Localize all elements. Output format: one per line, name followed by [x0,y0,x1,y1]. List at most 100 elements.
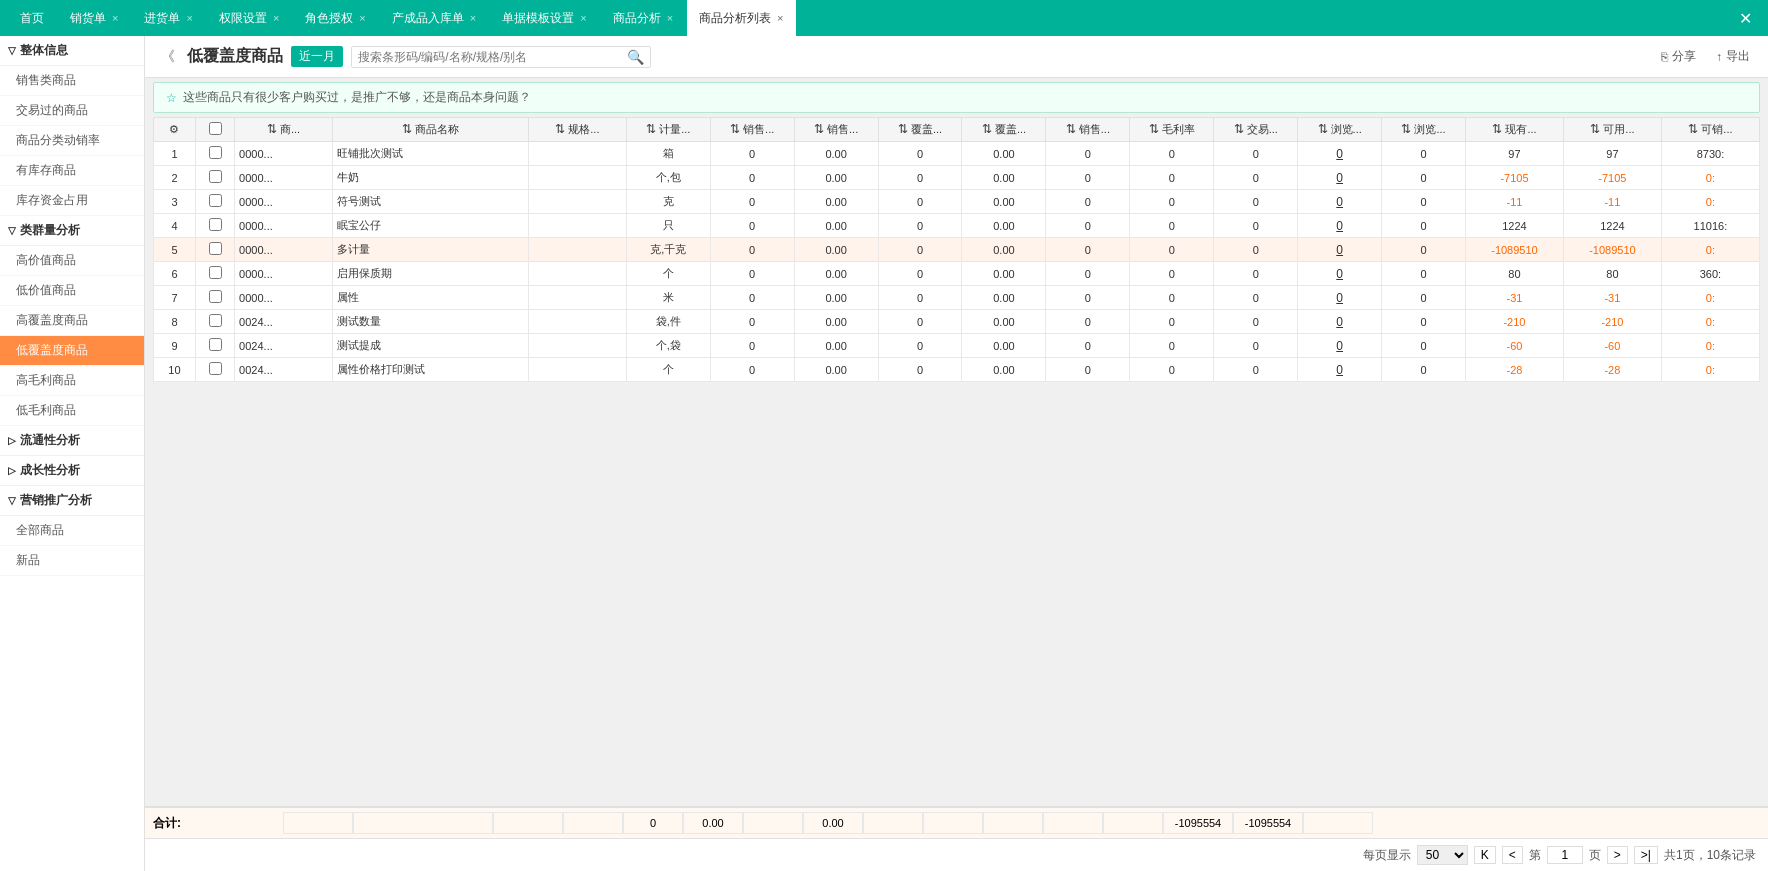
col-sales1[interactable]: ⇅ 销售... [710,118,794,142]
page-input[interactable] [1547,846,1583,864]
browse1-link[interactable]: 0 [1336,171,1343,185]
sidebar-item-high-margin[interactable]: 高毛利商品 [0,366,144,396]
share-button[interactable]: ⎘ 分享 [1655,46,1702,67]
browse1-link[interactable]: 0 [1336,195,1343,209]
collapse-button[interactable]: 《 [157,46,179,68]
page-size-select[interactable]: 50 100 200 [1417,845,1468,865]
browse1-link[interactable]: 0 [1336,147,1343,161]
first-page-button[interactable]: K [1474,846,1496,864]
col-sales3[interactable]: ⇅ 销售... [1046,118,1130,142]
sidebar-item-new-goods[interactable]: 新品 [0,546,144,576]
row-browse1[interactable]: 0 [1298,286,1382,310]
prev-page-button[interactable]: < [1502,846,1523,864]
nav-template[interactable]: 单据模板设置 × [490,0,598,36]
col-sales2[interactable]: ⇅ 销售... [794,118,878,142]
close-icon[interactable]: × [273,12,279,24]
browse1-link[interactable]: 0 [1336,219,1343,233]
row-name[interactable]: 测试提成 [333,334,529,358]
sidebar-item-category-rate[interactable]: 商品分类动销率 [0,126,144,156]
close-icon[interactable]: × [470,12,476,24]
sidebar-item-low-value[interactable]: 低价值商品 [0,276,144,306]
row-name[interactable]: 旺铺批次测试 [333,142,529,166]
col-cover1[interactable]: ⇅ 覆盖... [878,118,962,142]
row-browse1[interactable]: 0 [1298,142,1382,166]
row-browse1[interactable]: 0 [1298,262,1382,286]
col-code[interactable]: ⇅ 商... [235,118,333,142]
col-spec[interactable]: ⇅ 规格... [528,118,626,142]
nav-product-in[interactable]: 产成品入库单 × [380,0,488,36]
row-select-checkbox[interactable] [209,242,222,255]
row-checkbox[interactable] [195,142,234,166]
row-checkbox[interactable] [195,214,234,238]
nav-home[interactable]: 首页 [8,0,56,36]
row-select-checkbox[interactable] [209,314,222,327]
browse1-link[interactable]: 0 [1336,243,1343,257]
nav-role[interactable]: 角色授权 × [293,0,377,36]
row-name[interactable]: 测试数量 [333,310,529,334]
export-button[interactable]: ↑ 导出 [1710,46,1756,67]
nav-purchase[interactable]: 进货单 × [132,0,204,36]
row-checkbox[interactable] [195,310,234,334]
table-wrapper[interactable]: ⚙ ⇅ 商... ⇅ 商品名称 ⇅ 规格... ⇅ 计量... ⇅ 销售... … [145,117,1768,806]
row-select-checkbox[interactable] [209,146,222,159]
nav-permission[interactable]: 权限设置 × [207,0,291,36]
row-checkbox[interactable] [195,358,234,382]
col-current[interactable]: ⇅ 现有... [1466,118,1564,142]
col-settings[interactable]: ⚙ [154,118,196,142]
close-icon[interactable]: × [186,12,192,24]
row-checkbox[interactable] [195,238,234,262]
browse1-link[interactable]: 0 [1336,363,1343,377]
col-gross[interactable]: ⇅ 毛利率 [1130,118,1214,142]
row-browse1[interactable]: 0 [1298,166,1382,190]
sidebar-section-overall[interactable]: ▽ 整体信息 [0,36,144,66]
row-select-checkbox[interactable] [209,362,222,375]
row-checkbox[interactable] [195,262,234,286]
browse1-link[interactable]: 0 [1336,267,1343,281]
row-name[interactable]: 符号测试 [333,190,529,214]
window-close-button[interactable]: ✕ [1731,9,1760,28]
row-select-checkbox[interactable] [209,290,222,303]
sidebar-item-all-goods[interactable]: 全部商品 [0,516,144,546]
close-icon[interactable]: × [112,12,118,24]
row-name[interactable]: 属性 [333,286,529,310]
col-available[interactable]: ⇅ 可用... [1563,118,1661,142]
sidebar-item-high-coverage[interactable]: 高覆盖度商品 [0,306,144,336]
sidebar-section-cluster[interactable]: ▽ 类群量分析 [0,216,144,246]
row-checkbox[interactable] [195,286,234,310]
row-checkbox[interactable] [195,334,234,358]
col-cover2[interactable]: ⇅ 覆盖... [962,118,1046,142]
select-all-checkbox[interactable] [209,122,222,135]
row-browse1[interactable]: 0 [1298,214,1382,238]
sidebar-item-low-coverage[interactable]: 低覆盖度商品 [0,336,144,366]
sidebar-item-stock-goods[interactable]: 有库存商品 [0,156,144,186]
col-saleable[interactable]: ⇅ 可销... [1661,118,1759,142]
col-browse2[interactable]: ⇅ 浏览... [1382,118,1466,142]
nav-sales[interactable]: 销货单 × [58,0,130,36]
row-select-checkbox[interactable] [209,194,222,207]
col-unit[interactable]: ⇅ 计量... [626,118,710,142]
sidebar-section-marketing[interactable]: ▽ 营销推广分析 [0,486,144,516]
period-button[interactable]: 近一月 [291,46,343,67]
close-icon[interactable]: × [580,12,586,24]
col-checkbox[interactable] [195,118,234,142]
row-name[interactable]: 启用保质期 [333,262,529,286]
row-browse1[interactable]: 0 [1298,334,1382,358]
row-select-checkbox[interactable] [209,170,222,183]
sidebar-item-stock-capital[interactable]: 库存资金占用 [0,186,144,216]
col-trade[interactable]: ⇅ 交易... [1214,118,1298,142]
nav-product-analysis-list[interactable]: 商品分析列表 × [687,0,795,36]
sidebar-item-low-margin[interactable]: 低毛利商品 [0,396,144,426]
row-browse1[interactable]: 0 [1298,310,1382,334]
search-input[interactable] [358,50,627,64]
sidebar-section-growth[interactable]: ▷ 成长性分析 [0,456,144,486]
next-page-button[interactable]: > [1607,846,1628,864]
row-name[interactable]: 牛奶 [333,166,529,190]
sidebar-item-high-value[interactable]: 高价值商品 [0,246,144,276]
row-select-checkbox[interactable] [209,218,222,231]
close-icon[interactable]: × [777,12,783,24]
row-browse1[interactable]: 0 [1298,190,1382,214]
browse1-link[interactable]: 0 [1336,291,1343,305]
col-browse1[interactable]: ⇅ 浏览... [1298,118,1382,142]
close-icon[interactable]: × [359,12,365,24]
row-name[interactable]: 眠宝公仔 [333,214,529,238]
